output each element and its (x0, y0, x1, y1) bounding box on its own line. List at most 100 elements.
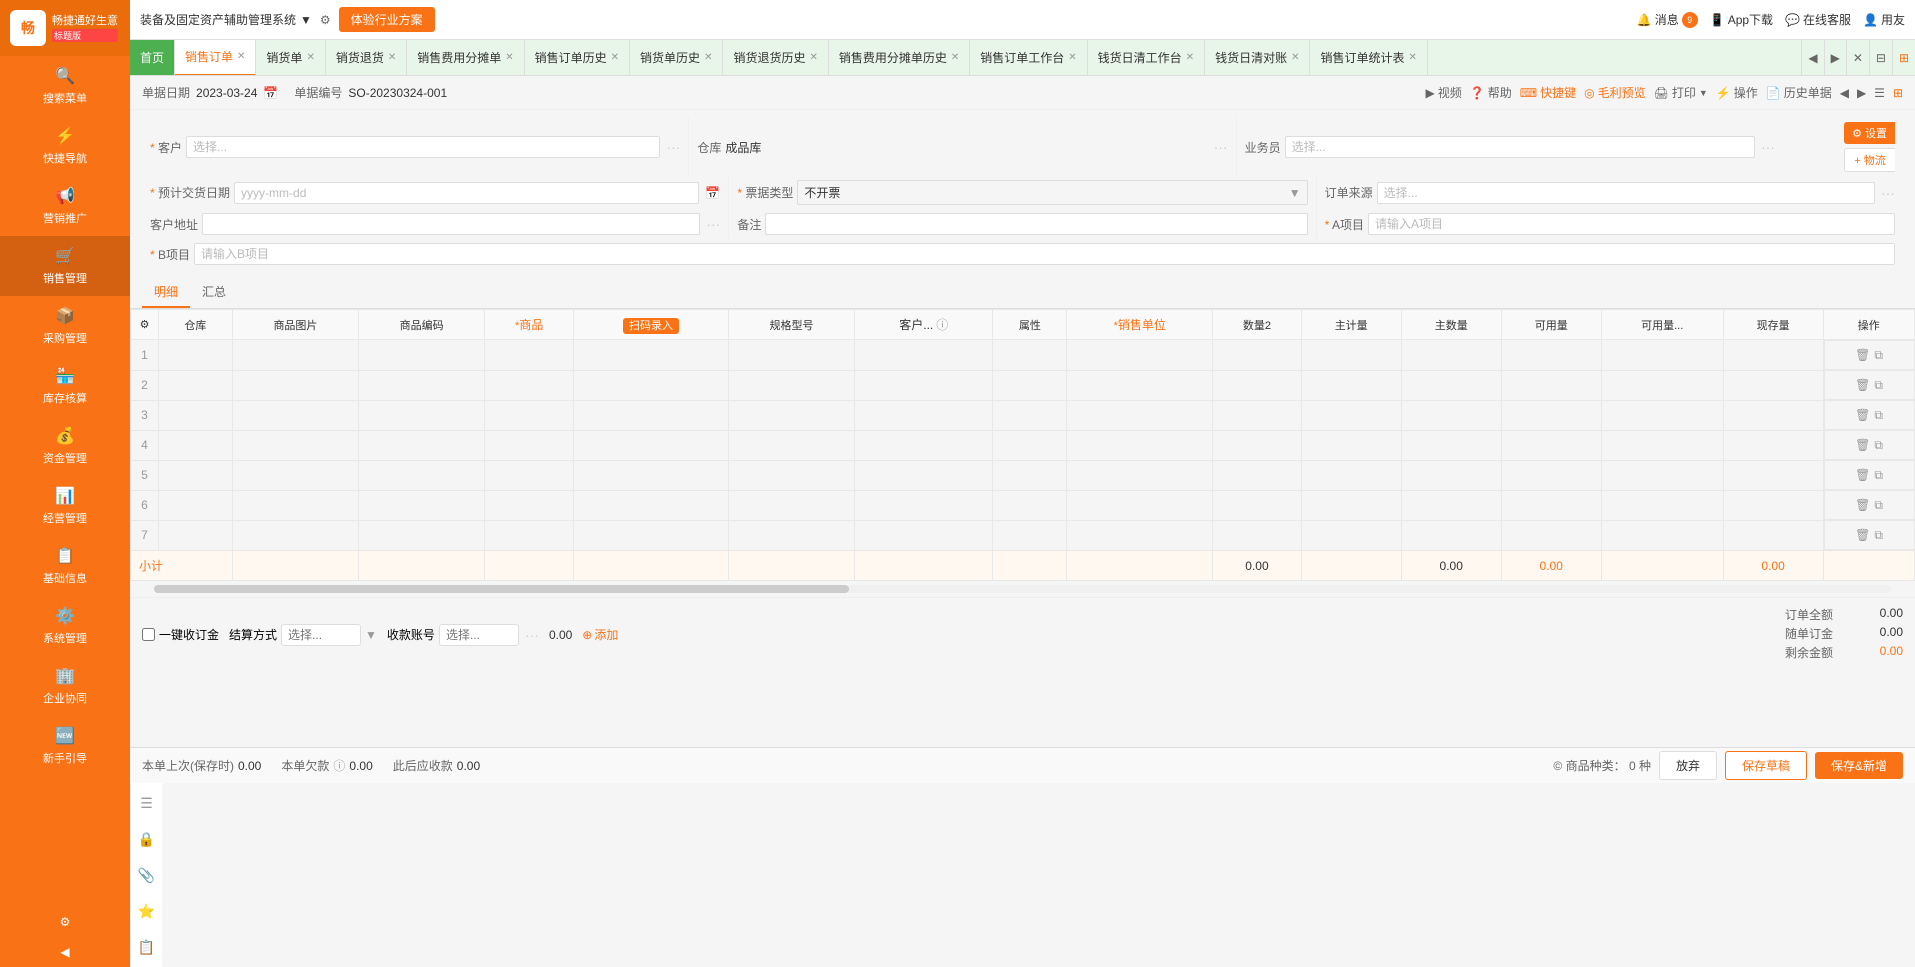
tab-close-expense-history[interactable]: ✕ (951, 52, 959, 63)
tab-close-order-history[interactable]: ✕ (611, 52, 619, 63)
tab-close-cash-reconcile[interactable]: ✕ (1291, 52, 1299, 63)
staff-dots[interactable]: ··· (1761, 139, 1775, 155)
customer-addr-input[interactable] (202, 213, 700, 235)
sidebar-item-sales[interactable]: 🛒 销售管理 (0, 236, 130, 296)
tab-close-order-workbench[interactable]: ✕ (1068, 52, 1076, 63)
add-btn[interactable]: ⊕ 添加 (582, 626, 618, 643)
right-sidebar-btn-4[interactable]: ⭐ (135, 899, 159, 923)
customer-input[interactable] (186, 136, 660, 158)
order-source-input[interactable] (1377, 182, 1875, 204)
help-btn[interactable]: ❓ 帮助 (1470, 84, 1512, 101)
sidebar-item-finance[interactable]: 💰 资金管理 (0, 416, 130, 476)
online-service-btn[interactable]: 💬 在线客服 (1785, 11, 1851, 28)
calendar-icon[interactable]: 📅 (263, 86, 278, 100)
sidebar-item-marketing[interactable]: 📢 营销推广 (0, 176, 130, 236)
sidebar-item-quicknav[interactable]: ⚡ 快捷导航 (0, 116, 130, 176)
notice-btn[interactable]: 🔔 消息 9 (1637, 11, 1698, 28)
tab-sales-refund[interactable]: 销货退货 ✕ (326, 40, 407, 76)
right-sidebar-btn-5[interactable]: 📋 (135, 935, 159, 959)
next-record-btn[interactable]: ▶ (1857, 86, 1866, 100)
row4-delete-icon[interactable]: 🗑 (1855, 438, 1870, 452)
prev-record-btn[interactable]: ◀ (1840, 86, 1849, 100)
settings-float-btn[interactable]: ⚙ 设置 (1844, 122, 1895, 144)
row1-copy-icon[interactable]: ⧉ (1874, 348, 1883, 363)
tab-expense-history[interactable]: 销售费用分摊单历史 ✕ (829, 40, 970, 76)
app-download-btn[interactable]: 📱 App下载 (1710, 11, 1773, 28)
row7-delete-icon[interactable]: 🗑 (1855, 528, 1870, 542)
sidebar-item-inventory[interactable]: 🏪 库存核算 (0, 356, 130, 416)
shortcut-btn[interactable]: ⌨ 快捷键 (1520, 84, 1576, 101)
tab-menu-btn[interactable]: ⊟ (1869, 40, 1892, 76)
customer-dots[interactable]: ··· (666, 139, 680, 155)
warehouse-dots[interactable]: ··· (1214, 139, 1228, 155)
row7-copy-icon[interactable]: ⧉ (1874, 528, 1883, 543)
payment-method-input[interactable] (281, 624, 361, 646)
tab-order-history[interactable]: 销售订单历史 ✕ (525, 40, 630, 76)
discard-button[interactable]: 放弃 (1659, 751, 1717, 780)
one-click-checkbox[interactable] (142, 628, 155, 641)
sidebar-item-system[interactable]: ⚙️ 系统管理 (0, 596, 130, 656)
tab-next-btn[interactable]: ▶ (1824, 40, 1846, 76)
row4-copy-icon[interactable]: ⧉ (1874, 438, 1883, 453)
print-btn[interactable]: 🖨 打印 ▼ (1654, 84, 1708, 101)
payment-arrow-icon[interactable]: ▼ (365, 628, 377, 642)
form-view-btn[interactable]: ⊞ (1893, 86, 1903, 100)
scroll-thumb[interactable] (154, 585, 849, 593)
note-input[interactable] (765, 213, 1307, 235)
right-sidebar-btn-2[interactable]: 🔒 (135, 827, 159, 851)
sidebar-item-purchase[interactable]: 📦 采购管理 (0, 296, 130, 356)
operations-btn[interactable]: ⚡ 操作 (1716, 84, 1758, 101)
scan-button[interactable]: 扫码录入 (623, 318, 679, 334)
tab-close-refund-history[interactable]: ✕ (809, 52, 817, 63)
row5-copy-icon[interactable]: ⧉ (1874, 468, 1883, 483)
row3-delete-icon[interactable]: 🗑 (1855, 408, 1870, 422)
row2-copy-icon[interactable]: ⧉ (1874, 378, 1883, 393)
account-input[interactable] (439, 624, 519, 646)
solution-button[interactable]: 体验行业方案 (339, 7, 435, 32)
view-video-btn[interactable]: ▶ 视频 (1426, 84, 1462, 101)
tab-sales-expense[interactable]: 销售费用分摊单 ✕ (407, 40, 524, 76)
sidebar-item-business[interactable]: 📊 经营管理 (0, 476, 130, 536)
a-project-input[interactable] (1368, 213, 1895, 235)
profit-preview-btn[interactable]: ◎ 毛利预览 (1584, 84, 1646, 101)
sidebar-item-enterprise[interactable]: 🏢 企业协同 (0, 656, 130, 716)
user-avatar[interactable]: 👤 用友 (1863, 11, 1905, 28)
account-dots[interactable]: ··· (525, 627, 539, 643)
tab-close-sales-refund[interactable]: ✕ (388, 52, 396, 63)
right-sidebar-btn-1[interactable]: ☰ (135, 791, 159, 815)
tab-cash-workbench[interactable]: 钱货日清工作台 ✕ (1088, 40, 1205, 76)
settings-icon[interactable]: ⚙ (320, 13, 331, 27)
col-settings-icon[interactable]: ⚙ (131, 310, 159, 340)
tab-close-sales-expense[interactable]: ✕ (505, 52, 513, 63)
detail-tab-detail[interactable]: 明细 (142, 277, 190, 308)
table-container[interactable]: ⚙ 仓库 商品图片 商品编码 *商品 扫码录入 规格型号 客户... ⓘ (130, 309, 1915, 581)
tab-close-cash-workbench[interactable]: ✕ (1186, 52, 1194, 63)
right-sidebar-btn-3[interactable]: 📎 (135, 863, 159, 887)
order-source-dots[interactable]: ··· (1881, 185, 1895, 201)
tab-cash-reconcile[interactable]: 钱货日清对账 ✕ (1205, 40, 1310, 76)
list-view-btn[interactable]: ☰ (1874, 86, 1885, 100)
sidebar-item-basic[interactable]: 📋 基础信息 (0, 536, 130, 596)
invoice-type-select[interactable]: 不开票 ▼ (797, 180, 1307, 205)
addr-dots[interactable]: ··· (706, 216, 720, 232)
delivery-date-input[interactable] (234, 182, 699, 204)
row6-delete-icon[interactable]: 🗑 (1855, 498, 1870, 512)
tab-close-all-btn[interactable]: ✕ (1846, 40, 1869, 76)
staff-input[interactable] (1285, 136, 1755, 158)
sidebar-item-search[interactable]: 🔍 搜索菜单 (0, 56, 130, 116)
scroll-track[interactable] (154, 585, 1891, 593)
sidebar-settings-btn[interactable]: ⚙ (0, 907, 130, 937)
detail-tab-summary[interactable]: 汇总 (190, 277, 238, 308)
row2-delete-icon[interactable]: 🗑 (1855, 378, 1870, 392)
add-logistics-btn[interactable]: + 物流 (1844, 148, 1895, 172)
calendar2-icon[interactable]: 📅 (705, 186, 720, 200)
tab-sales-stats[interactable]: 销售订单统计表 ✕ (1310, 40, 1427, 76)
row6-copy-icon[interactable]: ⧉ (1874, 498, 1883, 513)
tab-home[interactable]: 首页 (130, 40, 175, 76)
scroll-area[interactable] (130, 581, 1915, 597)
save-draft-button[interactable]: 保存草稿 (1725, 751, 1807, 780)
tab-order-workbench[interactable]: 销售订单工作台 ✕ (970, 40, 1087, 76)
date-value[interactable]: 2023-03-24 (196, 86, 257, 100)
system-title-dropdown[interactable]: 装备及固定资产辅助管理系统 ▼ (140, 11, 312, 28)
tab-close-sales-return[interactable]: ✕ (306, 52, 314, 63)
